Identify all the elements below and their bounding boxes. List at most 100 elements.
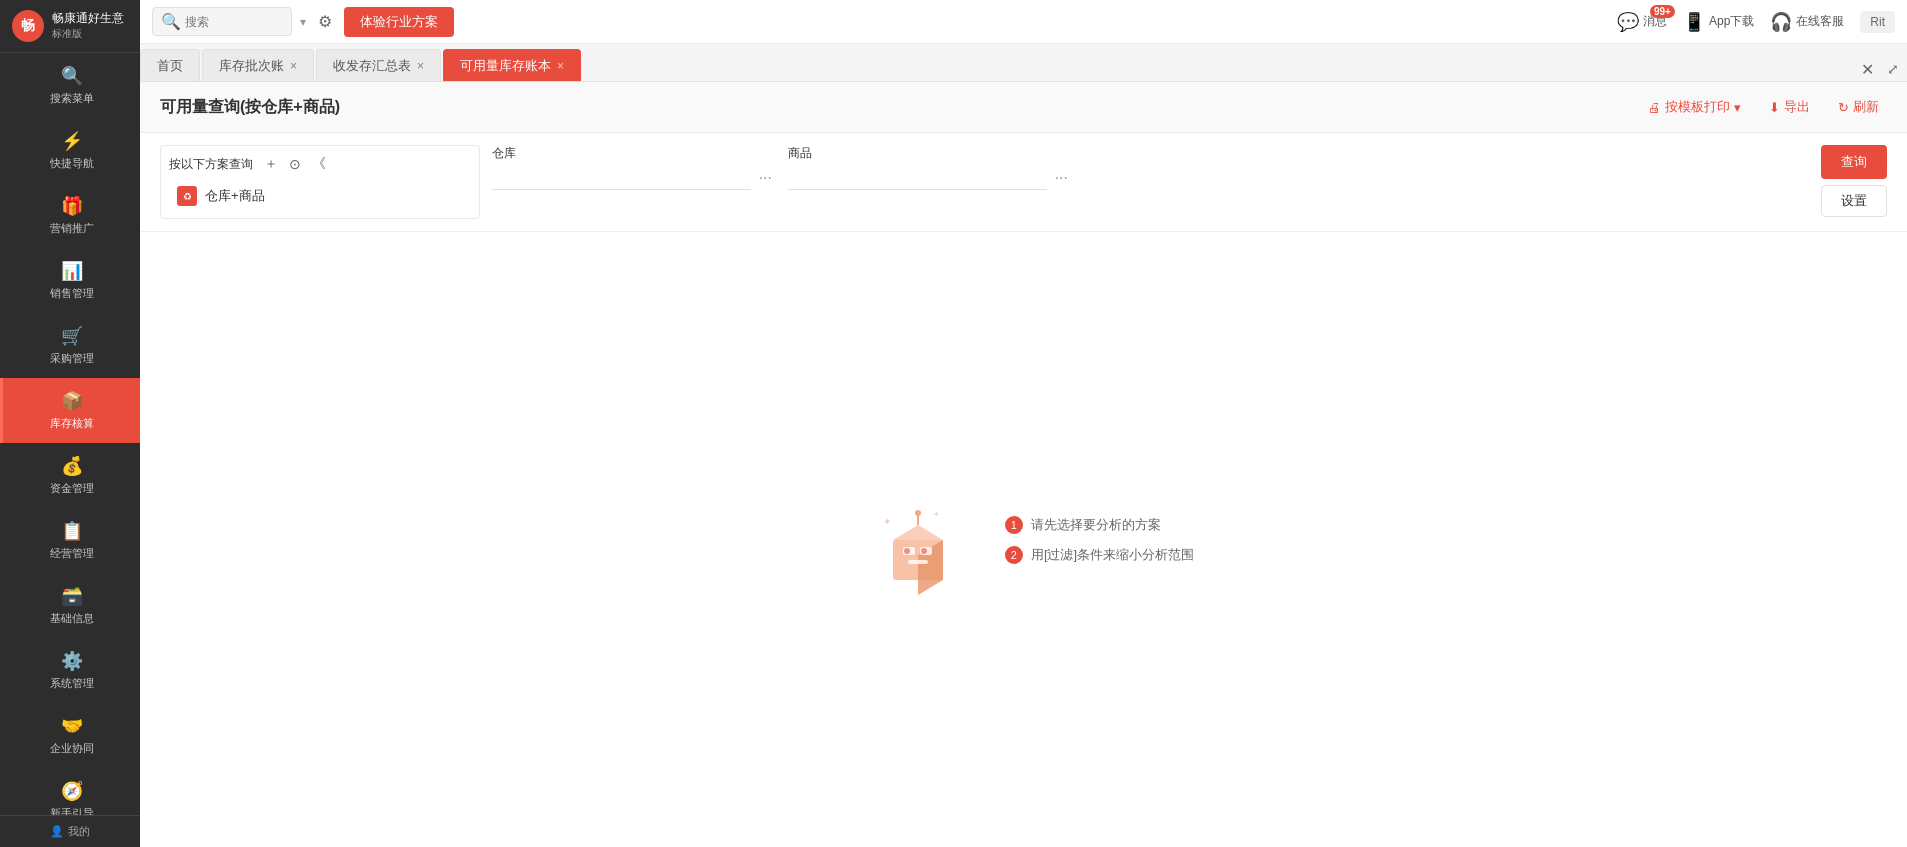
sidebar-label-operations: 经营管理 (50, 546, 94, 561)
sidebar-item-sales[interactable]: 📊 销售管理 (0, 248, 140, 313)
trial-button[interactable]: 体验行业方案 (344, 7, 454, 37)
sidebar-item-operations[interactable]: 📋 经营管理 (0, 508, 140, 573)
sidebar-item-finance[interactable]: 💰 资金管理 (0, 443, 140, 508)
app-download-label: App下载 (1709, 13, 1754, 30)
sidebar-label-search: 搜索菜单 (50, 91, 94, 106)
sidebar-label-sales: 销售管理 (50, 286, 94, 301)
sidebar: 畅 畅康通好生意 标准版 🔍 搜索菜单 ⚡ 快捷导航 🎁 营销推广 📊 销售管理… (0, 0, 140, 847)
warehouse-input-row: ··· (492, 166, 772, 190)
step-circle-1: 1 (1005, 516, 1023, 534)
sidebar-label-marketing: 营销推广 (50, 221, 94, 236)
tab-available[interactable]: 可用量库存账本 × (443, 49, 581, 81)
tab-label-available: 可用量库存账本 (460, 57, 551, 75)
scheme-item-warehouse-product[interactable]: ♻ 仓库+商品 (169, 182, 471, 210)
online-service-label: 在线客服 (1796, 13, 1844, 30)
sidebar-item-quicknav[interactable]: ⚡ 快捷导航 (0, 118, 140, 183)
empty-svg-illustration: ✦ ✦ (858, 485, 968, 595)
page-actions: 🖨 按模板打印 ▾ ⬇ 导出 ↻ 刷新 (1640, 94, 1887, 120)
filter-fields: 仓库 ··· 商品 ··· (492, 145, 1809, 190)
scheme-label: 按以下方案查询 ＋ ⊙ 《 (169, 154, 471, 174)
user-label: Rit (1870, 15, 1885, 29)
user-badge[interactable]: Rit (1860, 11, 1895, 33)
sidebar-icon-operations: 📋 (61, 520, 83, 542)
tab-label-home: 首页 (157, 57, 183, 75)
sidebar-item-marketing[interactable]: 🎁 营销推广 (0, 183, 140, 248)
sidebar-label-newbie: 新手引导 (50, 806, 94, 815)
svg-point-6 (904, 548, 910, 554)
step-text-1: 请先选择要分析的方案 (1031, 516, 1161, 534)
empty-step-2: 2 用[过滤]条件来缩小分析范围 (1005, 546, 1194, 564)
svg-point-7 (921, 548, 927, 554)
topbar-chevron-icon[interactable]: ▾ (300, 15, 306, 29)
step-number-2: 2 (1011, 549, 1017, 561)
print-chevron-icon: ▾ (1734, 100, 1741, 115)
message-icon: 💬 (1617, 11, 1639, 33)
tab-summary[interactable]: 收发存汇总表× (316, 49, 441, 81)
empty-illustration: ✦ ✦ (853, 480, 973, 600)
close-tab-batch[interactable]: × (290, 59, 297, 73)
sidebar-item-inventory[interactable]: 📦 库存核算 (0, 378, 140, 443)
filter-action-buttons: 查询 设置 (1821, 145, 1887, 217)
sidebar-logo: 畅 畅康通好生意 标准版 (0, 0, 140, 53)
warehouse-label: 仓库 (492, 145, 772, 162)
expand-button[interactable]: ⤢ (1887, 61, 1899, 77)
message-icon-item[interactable]: 💬 99+ 消息 (1617, 11, 1667, 33)
sidebar-item-system[interactable]: ⚙️ 系统管理 (0, 638, 140, 703)
sidebar-scroll: 🔍 搜索菜单 ⚡ 快捷导航 🎁 营销推广 📊 销售管理 🛒 采购管理 📦 库存核… (0, 53, 140, 815)
sidebar-item-newbie[interactable]: 🧭 新手引导 (0, 768, 140, 815)
online-service-item[interactable]: 🎧 在线客服 (1770, 11, 1844, 33)
sidebar-label-enterprise: 企业协同 (50, 741, 94, 756)
scheme-settings-button[interactable]: ⊙ (285, 154, 305, 174)
close-tab-button[interactable]: ✕ (1855, 57, 1879, 81)
tabs-bar: 首页库存批次账×收发存汇总表×可用量库存账本× ✕ ⤢ (140, 44, 1907, 82)
print-template-button[interactable]: 🖨 按模板打印 ▾ (1640, 94, 1749, 120)
warehouse-input[interactable] (492, 166, 751, 190)
topbar: 🔍 ▾ ⚙ 体验行业方案 💬 99+ 消息 📱 App下载 🎧 在线客服 Rit (140, 0, 1907, 44)
tab-label-batch: 库存批次账 (219, 57, 284, 75)
tab-batch[interactable]: 库存批次账 × (202, 49, 314, 81)
empty-step-1: 1 请先选择要分析的方案 (1005, 516, 1194, 534)
topbar-search-box[interactable]: 🔍 (152, 7, 292, 36)
close-tab-summary[interactable]: × (417, 59, 424, 73)
print-label: 按模板打印 (1665, 98, 1730, 116)
filter-settings-button[interactable]: 设置 (1821, 185, 1887, 217)
sidebar-icon-search: 🔍 (61, 65, 83, 87)
sidebar-icon-system: ⚙️ (61, 650, 83, 672)
page-header: 可用量查询(按仓库+商品) 🖨 按模板打印 ▾ ⬇ 导出 ↻ 刷新 (140, 82, 1907, 133)
sidebar-icon-inventory: 📦 (61, 390, 83, 412)
sidebar-icon-finance: 💰 (61, 455, 83, 477)
scheme-collapse-button[interactable]: 《 (309, 154, 329, 174)
sidebar-item-enterprise[interactable]: 🤝 企业协同 (0, 703, 140, 768)
sidebar-item-purchase[interactable]: 🛒 采购管理 (0, 313, 140, 378)
empty-state: ✦ ✦ 1 请先选择要分析的方案 2 用[过滤]条件来缩小分析范围 (140, 232, 1907, 847)
export-button[interactable]: ⬇ 导出 (1761, 94, 1818, 120)
tab-home[interactable]: 首页 (140, 49, 200, 81)
query-button[interactable]: 查询 (1821, 145, 1887, 179)
product-dots-button[interactable]: ··· (1055, 169, 1068, 187)
sidebar-item-basic[interactable]: 🗃️ 基础信息 (0, 573, 140, 638)
product-label: 商品 (788, 145, 1068, 162)
svg-text:✦: ✦ (883, 516, 891, 527)
search-input[interactable] (185, 15, 285, 29)
topbar-gear-icon[interactable]: ⚙ (314, 8, 336, 35)
page-content: 可用量查询(按仓库+商品) 🖨 按模板打印 ▾ ⬇ 导出 ↻ 刷新 (140, 82, 1907, 847)
main-area: 🔍 ▾ ⚙ 体验行业方案 💬 99+ 消息 📱 App下载 🎧 在线客服 Rit (140, 0, 1907, 847)
refresh-button[interactable]: ↻ 刷新 (1830, 94, 1887, 120)
sidebar-icon-marketing: 🎁 (61, 195, 83, 217)
app-download-item[interactable]: 📱 App下载 (1683, 11, 1754, 33)
sidebar-bottom[interactable]: 👤 我的 (0, 815, 140, 847)
sidebar-label-purchase: 采购管理 (50, 351, 94, 366)
scheme-selector: 按以下方案查询 ＋ ⊙ 《 ♻ 仓库+商品 (160, 145, 480, 219)
sidebar-label-inventory: 库存核算 (50, 416, 94, 431)
page-title: 可用量查询(按仓库+商品) (160, 97, 1640, 118)
refresh-icon: ↻ (1838, 100, 1849, 115)
scheme-label-text: 按以下方案查询 (169, 156, 253, 173)
warehouse-dots-button[interactable]: ··· (759, 169, 772, 187)
product-input[interactable] (788, 166, 1047, 190)
sidebar-label-basic: 基础信息 (50, 611, 94, 626)
add-scheme-button[interactable]: ＋ (261, 154, 281, 174)
sidebar-label-quicknav: 快捷导航 (50, 156, 94, 171)
filter-section: 按以下方案查询 ＋ ⊙ 《 ♻ 仓库+商品 仓库 (140, 133, 1907, 232)
sidebar-item-search[interactable]: 🔍 搜索菜单 (0, 53, 140, 118)
close-tab-available[interactable]: × (557, 59, 564, 73)
